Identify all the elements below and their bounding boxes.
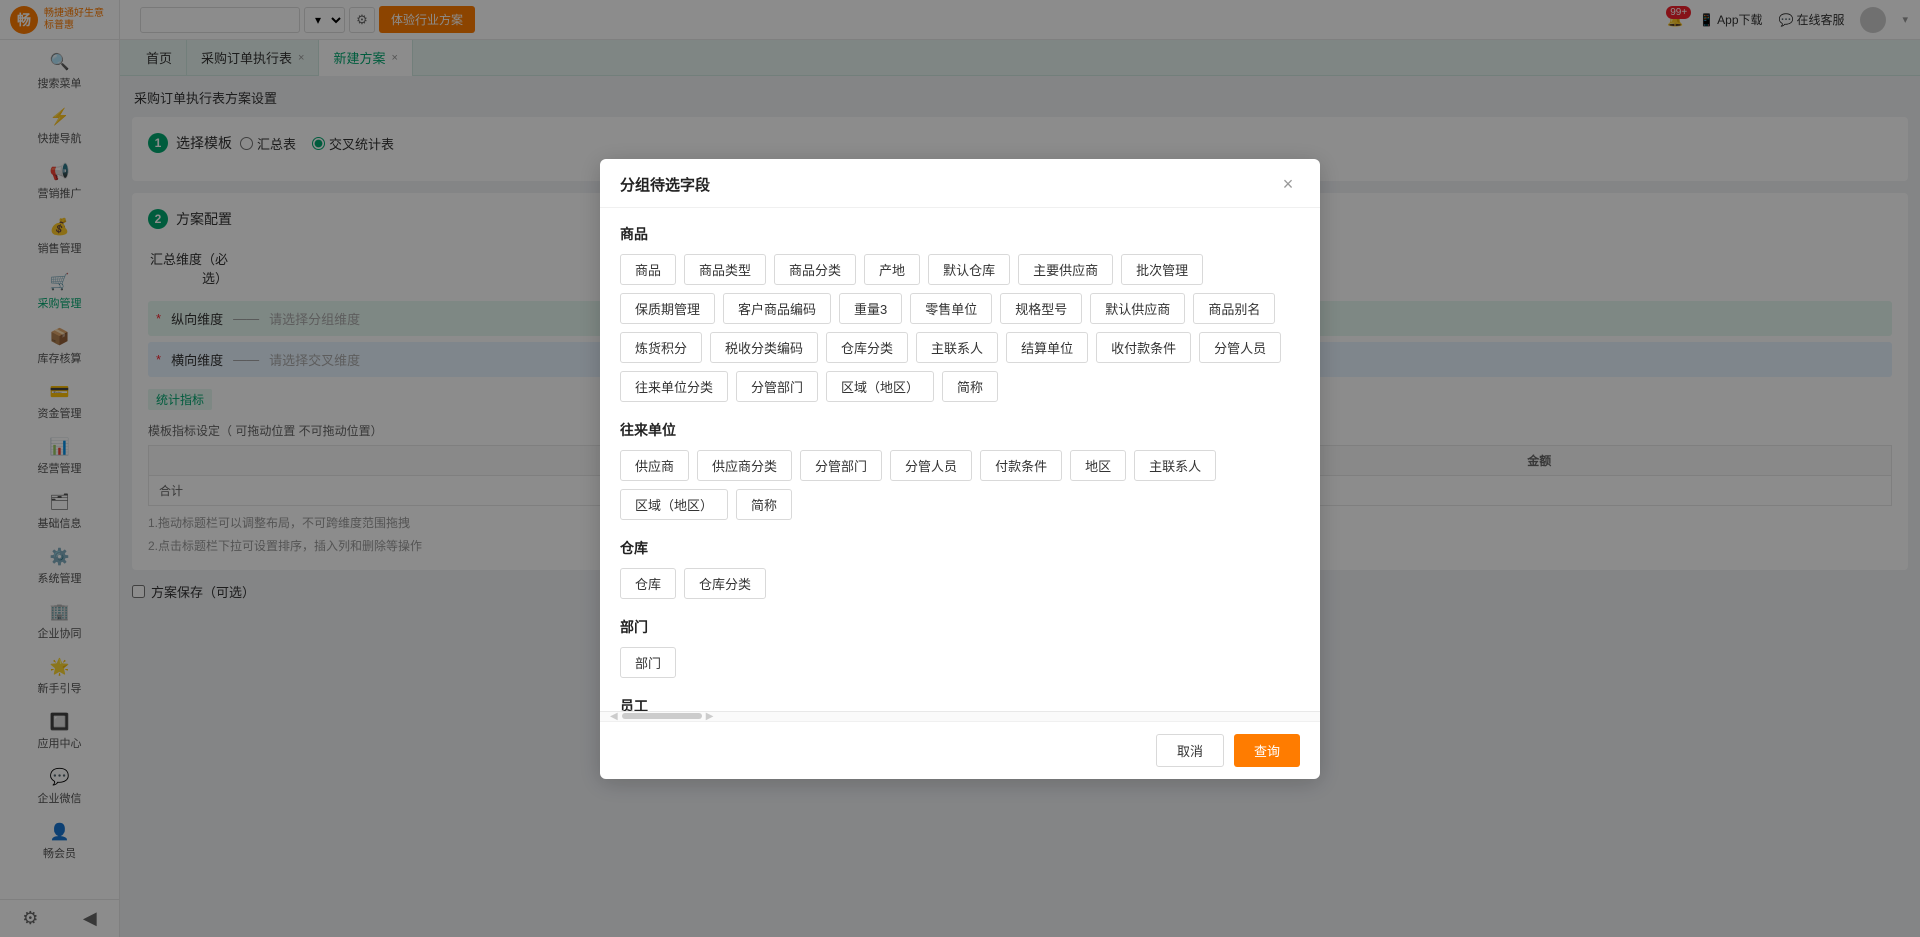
hscroll-bar[interactable] — [622, 713, 702, 719]
modal-body: 商品商品商品类型商品分类产地默认仓库主要供应商批次管理保质期管理客户商品编码重量… — [600, 208, 1320, 711]
modal-title: 分组待选字段 — [620, 174, 710, 195]
field-tag[interactable]: 主联系人 — [916, 332, 998, 363]
field-tag[interactable]: 默认供应商 — [1090, 293, 1185, 324]
section-title-warehouse: 仓库 — [620, 538, 1300, 558]
field-tag[interactable]: 结算单位 — [1006, 332, 1088, 363]
field-tag[interactable]: 简称 — [736, 489, 792, 520]
field-tag[interactable]: 批次管理 — [1121, 254, 1203, 285]
modal-close-button[interactable]: × — [1276, 173, 1300, 197]
confirm-button[interactable]: 查询 — [1234, 734, 1300, 767]
field-tag[interactable]: 收付款条件 — [1096, 332, 1191, 363]
field-tag[interactable]: 部门 — [620, 647, 676, 678]
field-tags-department: 部门 — [620, 647, 1300, 678]
modal-footer: 取消 查询 — [600, 721, 1320, 779]
field-tag[interactable]: 付款条件 — [980, 450, 1062, 481]
field-section-employee: 员工业务员 — [620, 696, 1300, 711]
field-tag[interactable]: 主联系人 — [1134, 450, 1216, 481]
field-section-goods: 商品商品商品类型商品分类产地默认仓库主要供应商批次管理保质期管理客户商品编码重量… — [620, 224, 1300, 402]
field-tag[interactable]: 客户商品编码 — [723, 293, 831, 324]
field-tag[interactable]: 分管人员 — [890, 450, 972, 481]
field-tag[interactable]: 区域（地区） — [620, 489, 728, 520]
field-tag[interactable]: 炼货积分 — [620, 332, 702, 363]
section-title-employee: 员工 — [620, 696, 1300, 711]
modal-hscroll: ◀ ▶ — [600, 711, 1320, 721]
section-title-partners: 往来单位 — [620, 420, 1300, 440]
field-tag[interactable]: 规格型号 — [1000, 293, 1082, 324]
field-tag[interactable]: 分管人员 — [1199, 332, 1281, 363]
field-tag[interactable]: 默认仓库 — [928, 254, 1010, 285]
field-tag[interactable]: 商品类型 — [684, 254, 766, 285]
field-tag[interactable]: 往来单位分类 — [620, 371, 728, 402]
field-tag[interactable]: 分管部门 — [800, 450, 882, 481]
field-section-partners: 往来单位供应商供应商分类分管部门分管人员付款条件地区主联系人区域（地区） 简称 — [620, 420, 1300, 520]
section-title-department: 部门 — [620, 617, 1300, 637]
field-tag[interactable]: 零售单位 — [910, 293, 992, 324]
field-tags-warehouse: 仓库仓库分类 — [620, 568, 1300, 599]
field-tag[interactable]: 税收分类编码 — [710, 332, 818, 363]
field-tag[interactable]: 产地 — [864, 254, 920, 285]
field-tag[interactable]: 简称 — [942, 371, 998, 402]
modal-container: 分组待选字段 × 商品商品商品类型商品分类产地默认仓库主要供应商批次管理保质期管… — [600, 159, 1320, 779]
field-tag[interactable]: 仓库 — [620, 568, 676, 599]
field-section-warehouse: 仓库仓库仓库分类 — [620, 538, 1300, 599]
field-tag[interactable]: 地区 — [1070, 450, 1126, 481]
field-section-department: 部门部门 — [620, 617, 1300, 678]
field-tag[interactable]: 供应商 — [620, 450, 689, 481]
field-tag[interactable]: 仓库分类 — [684, 568, 766, 599]
modal-header: 分组待选字段 × — [600, 159, 1320, 208]
field-tags-goods: 商品商品类型商品分类产地默认仓库主要供应商批次管理保质期管理客户商品编码重量3 零… — [620, 254, 1300, 402]
modal-overlay[interactable]: 分组待选字段 × 商品商品商品类型商品分类产地默认仓库主要供应商批次管理保质期管… — [0, 0, 1920, 937]
field-tag[interactable]: 主要供应商 — [1018, 254, 1113, 285]
field-tag[interactable]: 商品 — [620, 254, 676, 285]
cancel-button[interactable]: 取消 — [1156, 734, 1224, 767]
field-tag[interactable]: 区域（地区） — [826, 371, 934, 402]
field-tags-partners: 供应商供应商分类分管部门分管人员付款条件地区主联系人区域（地区） 简称 — [620, 450, 1300, 520]
field-tag[interactable]: 商品分类 — [774, 254, 856, 285]
field-tag[interactable]: 仓库分类 — [826, 332, 908, 363]
field-tag[interactable]: 供应商分类 — [697, 450, 792, 481]
field-tag[interactable]: 分管部门 — [736, 371, 818, 402]
section-title-goods: 商品 — [620, 224, 1300, 244]
field-tag[interactable]: 重量3 — [839, 293, 902, 324]
field-tag[interactable]: 保质期管理 — [620, 293, 715, 324]
field-tag[interactable]: 商品别名 — [1193, 293, 1275, 324]
